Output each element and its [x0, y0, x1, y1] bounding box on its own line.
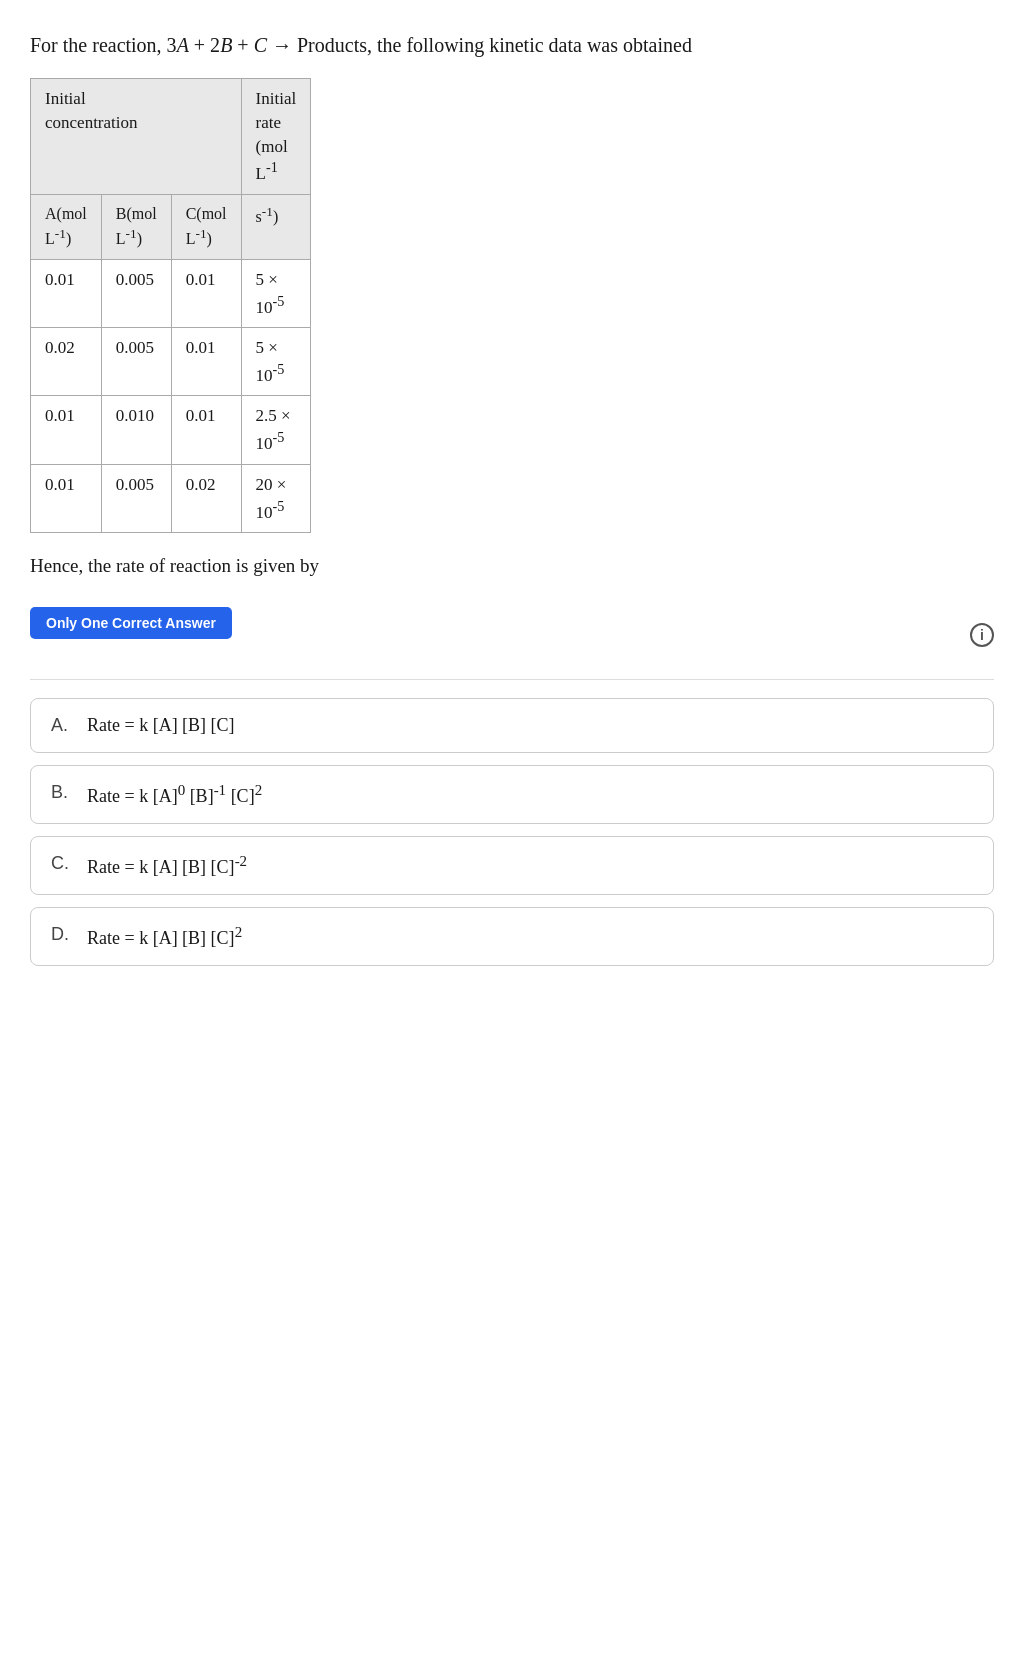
option-d-letter: D.: [51, 924, 73, 945]
option-c[interactable]: C. Rate = k [A] [B] [C]-2: [30, 836, 994, 895]
question-container: For the reaction, 3A + 2B + C → Products…: [30, 30, 994, 966]
table-subheader-C: C(molL-1): [171, 194, 241, 259]
table-subheader-rate: s-1): [241, 194, 311, 259]
option-a-content: Rate = k [A] [B] [C]: [87, 715, 235, 736]
table-cell-A1: 0.01: [31, 259, 102, 327]
table-cell-B3: 0.010: [101, 396, 171, 464]
table-cell-C2: 0.01: [171, 328, 241, 396]
hence-text: Hence, the rate of reaction is given by: [30, 555, 994, 577]
table-header-rate: Initialrate(molL-1: [241, 79, 311, 195]
table-cell-A4: 0.01: [31, 464, 102, 532]
table-cell-B1: 0.005: [101, 259, 171, 327]
kinetic-data-table: Initialconcentration Initialrate(molL-1 …: [30, 78, 311, 533]
badge-row: Only One Correct Answer i: [30, 607, 994, 661]
option-b[interactable]: B. Rate = k [A]0 [B]-1 [C]2: [30, 765, 994, 824]
table-cell-rate1: 5 ×10-5: [241, 259, 311, 327]
option-d[interactable]: D. Rate = k [A] [B] [C]2: [30, 907, 994, 966]
table-subheader-B: B(molL-1): [101, 194, 171, 259]
table-header-concentration: Initialconcentration: [31, 79, 242, 195]
option-b-content: Rate = k [A]0 [B]-1 [C]2: [87, 782, 262, 807]
table-cell-A2: 0.02: [31, 328, 102, 396]
only-one-correct-badge: Only One Correct Answer: [30, 607, 232, 639]
option-d-content: Rate = k [A] [B] [C]2: [87, 924, 242, 949]
table-cell-rate4: 20 ×10-5: [241, 464, 311, 532]
option-a[interactable]: A. Rate = k [A] [B] [C]: [30, 698, 994, 753]
table-cell-B2: 0.005: [101, 328, 171, 396]
table-cell-rate3: 2.5 ×10-5: [241, 396, 311, 464]
table-cell-B4: 0.005: [101, 464, 171, 532]
option-c-content: Rate = k [A] [B] [C]-2: [87, 853, 247, 878]
table-cell-C4: 0.02: [171, 464, 241, 532]
option-a-letter: A.: [51, 715, 73, 736]
option-c-letter: C.: [51, 853, 73, 874]
table-subheader-A: A(molL-1): [31, 194, 102, 259]
option-b-letter: B.: [51, 782, 73, 803]
table-cell-rate2: 5 ×10-5: [241, 328, 311, 396]
answer-section: Only One Correct Answer i A. Rate = k [A…: [30, 607, 994, 966]
table-cell-C3: 0.01: [171, 396, 241, 464]
info-icon[interactable]: i: [970, 623, 994, 647]
table-cell-C1: 0.01: [171, 259, 241, 327]
table-cell-A3: 0.01: [31, 396, 102, 464]
question-text: For the reaction, 3A + 2B + C → Products…: [30, 30, 994, 60]
section-divider: [30, 679, 994, 680]
